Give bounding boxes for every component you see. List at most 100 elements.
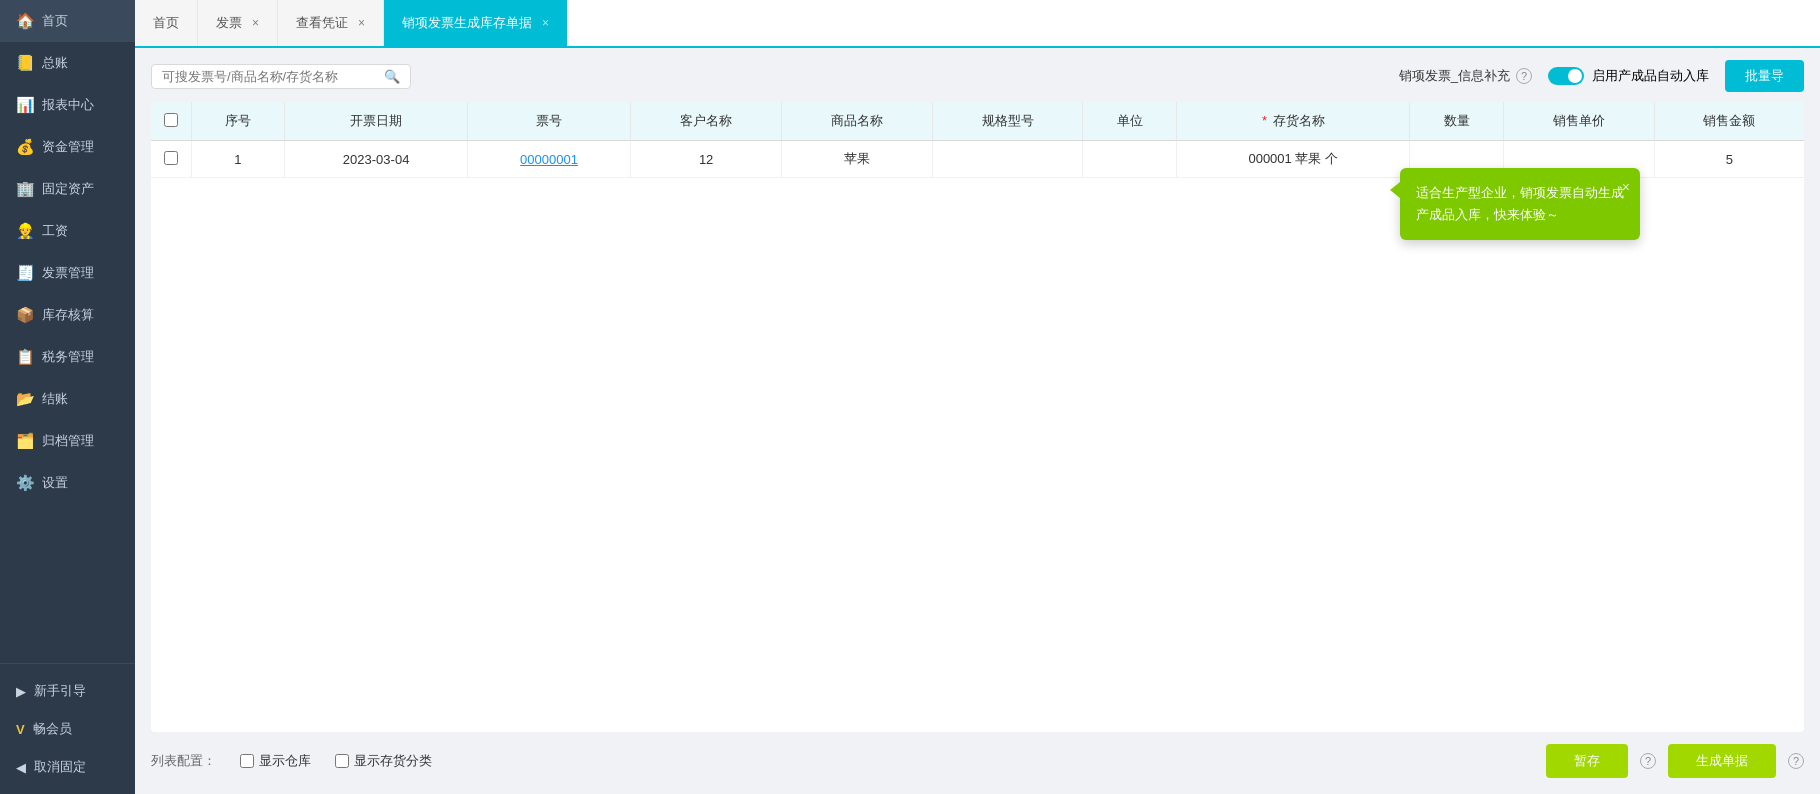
- tooltip-close-button[interactable]: ×: [1622, 176, 1630, 200]
- sidebar-label-guide: 新手引导: [34, 682, 86, 700]
- sidebar-label-invoice: 发票管理: [42, 264, 94, 282]
- toolbar-right: 销项发票_信息补充 ? 启用产成品自动入库 批量导: [1399, 60, 1804, 92]
- bottom-actions: 暂存 ? 生成单据 ?: [1546, 744, 1804, 778]
- tab-home-label: 首页: [153, 14, 179, 32]
- sidebar-item-reports[interactable]: 📊 报表中心: [0, 84, 135, 126]
- sidebar-item-guide[interactable]: ▶ 新手引导: [0, 672, 135, 710]
- list-config-label: 列表配置：: [151, 752, 216, 770]
- toolbar-row: 🔍 销项发票_信息补充 ? 启用产成品自动入库 批量导: [151, 60, 1804, 92]
- select-all-checkbox[interactable]: [164, 113, 178, 127]
- search-box[interactable]: 🔍: [151, 64, 411, 89]
- info-label-wrap: 销项发票_信息补充 ?: [1399, 67, 1532, 85]
- tooltip-arrow: [1390, 182, 1400, 198]
- home-icon: 🏠: [16, 12, 34, 30]
- tab-storage[interactable]: 销项发票生成库存单据 ×: [384, 0, 567, 46]
- sidebar-item-settings[interactable]: ⚙️ 设置: [0, 462, 135, 504]
- col-customer: 客户名称: [631, 102, 782, 141]
- data-table: 序号 开票日期 票号 客户名称 商品名称 规格型号 单位 * 存货名称 数量 销…: [151, 102, 1804, 178]
- row-number[interactable]: 00000001: [467, 141, 630, 178]
- archive-icon: 🗂️: [16, 432, 34, 450]
- show-warehouse-checkbox[interactable]: [240, 754, 254, 768]
- settle-icon: 📂: [16, 390, 34, 408]
- row-seq: 1: [191, 141, 285, 178]
- tab-voucher[interactable]: 查看凭证 ×: [278, 0, 384, 46]
- show-category-wrap[interactable]: 显示存货分类: [335, 752, 432, 770]
- generate-help-icon[interactable]: ?: [1788, 753, 1804, 769]
- search-icon[interactable]: 🔍: [384, 69, 400, 84]
- ledger-icon: 📒: [16, 54, 34, 72]
- row-model: [932, 141, 1083, 178]
- guide-icon: ▶: [16, 684, 26, 699]
- sidebar-item-vip[interactable]: V 畅会员: [0, 710, 135, 748]
- col-product: 商品名称: [781, 102, 932, 141]
- tax-icon: 📋: [16, 348, 34, 366]
- tooltip-popup: × 适合生产型企业，销项发票自动生成产成品入库，快来体验～: [1400, 168, 1640, 240]
- show-category-checkbox[interactable]: [335, 754, 349, 768]
- batch-button[interactable]: 批量导: [1725, 60, 1804, 92]
- col-model: 规格型号: [932, 102, 1083, 141]
- sidebar-label-vip: 畅会员: [33, 720, 72, 738]
- col-inventory: * 存货名称: [1177, 102, 1410, 141]
- sidebar-label-inventory: 库存核算: [42, 306, 94, 324]
- col-qty: 数量: [1410, 102, 1504, 141]
- sidebar-item-settle[interactable]: 📂 结账: [0, 378, 135, 420]
- sidebar-item-unpin[interactable]: ◀ 取消固定: [0, 748, 135, 786]
- row-inventory: 000001 苹果 个: [1177, 141, 1410, 178]
- row-unit: [1083, 141, 1177, 178]
- tab-storage-label: 销项发票生成库存单据: [402, 14, 532, 32]
- tab-voucher-label: 查看凭证: [296, 14, 348, 32]
- sidebar-item-inventory[interactable]: 📦 库存核算: [0, 294, 135, 336]
- sidebar-label-funds: 资金管理: [42, 138, 94, 156]
- row-customer: 12: [631, 141, 782, 178]
- sidebar-label-settle: 结账: [42, 390, 68, 408]
- row-checkbox-cell: [151, 141, 191, 178]
- show-category-label: 显示存货分类: [354, 752, 432, 770]
- tab-voucher-close[interactable]: ×: [358, 16, 365, 30]
- row-number-link[interactable]: 00000001: [520, 152, 578, 167]
- col-unit-price: 销售单价: [1504, 102, 1655, 141]
- vip-icon: V: [16, 722, 25, 737]
- sidebar-label-archive: 归档管理: [42, 432, 94, 450]
- col-checkbox: [151, 102, 191, 141]
- show-warehouse-label: 显示仓库: [259, 752, 311, 770]
- tab-home[interactable]: 首页: [135, 0, 198, 46]
- sidebar-item-assets[interactable]: 🏢 固定资产: [0, 168, 135, 210]
- tab-storage-close[interactable]: ×: [542, 16, 549, 30]
- show-warehouse-wrap[interactable]: 显示仓库: [240, 752, 311, 770]
- sidebar-item-home[interactable]: 🏠 首页: [0, 0, 135, 42]
- col-seq: 序号: [191, 102, 285, 141]
- sidebar-label-reports: 报表中心: [42, 96, 94, 114]
- save-help-icon[interactable]: ?: [1640, 753, 1656, 769]
- reports-icon: 📊: [16, 96, 34, 114]
- sidebar-item-funds[interactable]: 💰 资金管理: [0, 126, 135, 168]
- sidebar-bottom: ▶ 新手引导 V 畅会员 ◀ 取消固定: [0, 663, 135, 794]
- toggle-label: 启用产成品自动入库: [1592, 67, 1709, 85]
- sidebar-item-tax[interactable]: 📋 税务管理: [0, 336, 135, 378]
- generate-button[interactable]: 生成单据: [1668, 744, 1776, 778]
- row-checkbox[interactable]: [164, 151, 178, 165]
- row-product: 苹果: [781, 141, 932, 178]
- auto-warehouse-toggle[interactable]: [1548, 67, 1584, 85]
- sidebar-label-home: 首页: [42, 12, 68, 30]
- tab-bar: 首页 发票 × 查看凭证 × 销项发票生成库存单据 ×: [135, 0, 1820, 48]
- col-unit: 单位: [1083, 102, 1177, 141]
- sidebar-label-settings: 设置: [42, 474, 68, 492]
- sidebar-item-ledger[interactable]: 📒 总账: [0, 42, 135, 84]
- row-date: 2023-03-04: [285, 141, 467, 178]
- sidebar-item-payroll[interactable]: 👷 工资: [0, 210, 135, 252]
- info-help-icon[interactable]: ?: [1516, 68, 1532, 84]
- tab-invoice-label: 发票: [216, 14, 242, 32]
- sidebar-item-archive[interactable]: 🗂️ 归档管理: [0, 420, 135, 462]
- settings-icon: ⚙️: [16, 474, 34, 492]
- table-header-row: 序号 开票日期 票号 客户名称 商品名称 规格型号 单位 * 存货名称 数量 销…: [151, 102, 1804, 141]
- sidebar-label-ledger: 总账: [42, 54, 68, 72]
- row-amount: 5: [1654, 141, 1804, 178]
- search-input[interactable]: [162, 69, 378, 84]
- info-label-text: 销项发票_信息补充: [1399, 67, 1510, 85]
- tab-invoice-close[interactable]: ×: [252, 16, 259, 30]
- tab-invoice[interactable]: 发票 ×: [198, 0, 278, 46]
- funds-icon: 💰: [16, 138, 34, 156]
- sidebar-item-invoice[interactable]: 🧾 发票管理: [0, 252, 135, 294]
- save-button[interactable]: 暂存: [1546, 744, 1628, 778]
- sidebar-label-assets: 固定资产: [42, 180, 94, 198]
